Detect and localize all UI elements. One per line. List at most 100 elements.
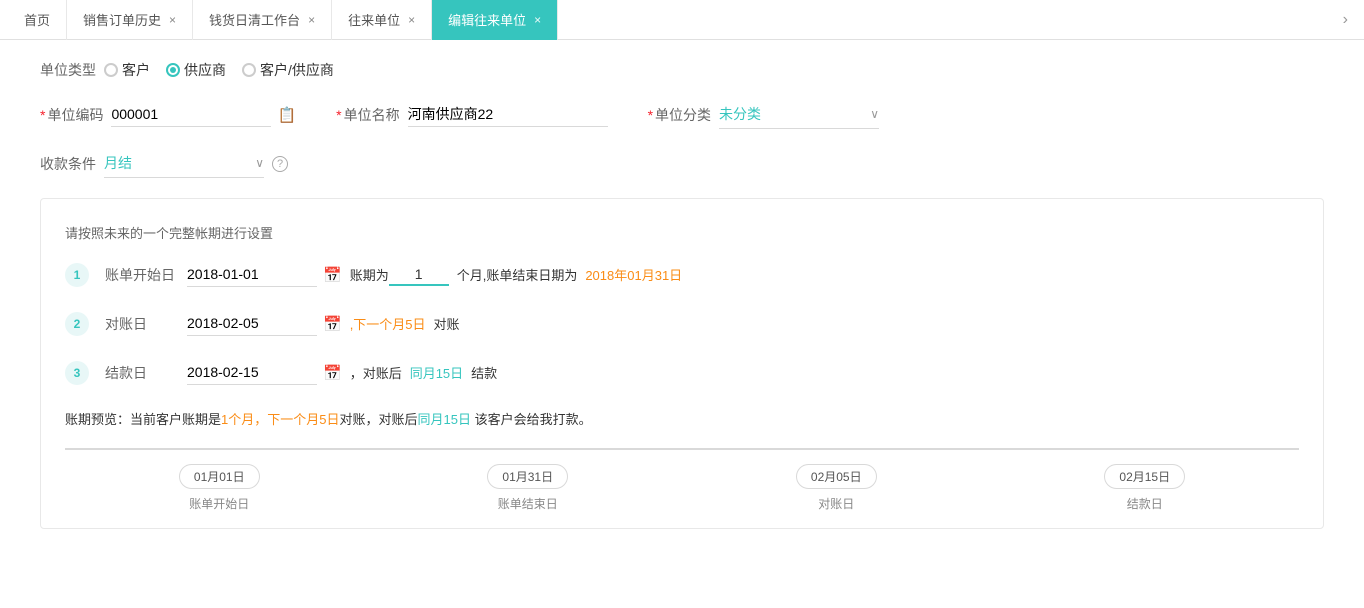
- step-1-end-date: 2018年01月31日: [585, 265, 682, 284]
- preview-mid: 对账，对账后: [339, 412, 417, 427]
- payment-terms-select[interactable]: 月结 ∨: [104, 149, 264, 178]
- unit-name-input[interactable]: [408, 102, 608, 127]
- step-3-label: 结款日: [105, 363, 175, 383]
- payment-terms-label: 收款条件: [40, 154, 96, 174]
- step-1-calendar-icon[interactable]: 📅: [323, 266, 342, 284]
- unit-info-row: * 单位编码 📋 * 单位名称 * 单位分类 未分类 ∨: [40, 100, 1324, 129]
- payment-terms-help[interactable]: ?: [272, 156, 288, 172]
- tl-item-0: 01月01日 账单开始日: [65, 464, 374, 512]
- unit-type-field: 单位类型 客户 供应商 客户/供应商: [40, 60, 334, 80]
- step-2-date-input[interactable]: [187, 311, 317, 336]
- step-2-label: 对账日: [105, 314, 175, 334]
- tab-partner[interactable]: 往来单位 ×: [332, 0, 432, 40]
- unit-type-label: 单位类型: [40, 60, 96, 80]
- preview-part1: 1个月，: [221, 412, 267, 427]
- radio-both-label: 客户/供应商: [260, 60, 334, 80]
- unit-category-star: *: [648, 107, 653, 123]
- tl-item-2: 02月05日 对账日: [682, 464, 991, 512]
- settings-panel: 请按照未来的一个完整帐期进行设置 1 账单开始日 📅 账期为 个月,账单结束日期…: [40, 198, 1324, 529]
- unit-code-label: 单位编码: [47, 105, 103, 125]
- tab-edit-partner-label: 编辑往来单位: [448, 10, 526, 29]
- tab-partner-label: 往来单位: [348, 10, 400, 29]
- payment-terms-row: 收款条件 月结 ∨ ?: [40, 149, 1324, 178]
- tab-edit-partner[interactable]: 编辑往来单位 ×: [432, 0, 558, 40]
- preview-text: 账期预览：当前客户账期是1个月，下一个月5日对账，对账后同月15日 该客户会给我…: [65, 409, 1299, 428]
- radio-both[interactable]: 客户/供应商: [242, 60, 334, 80]
- unit-code-icon[interactable]: 📋: [277, 106, 296, 124]
- step-3-num: 3: [65, 361, 89, 385]
- payment-terms-arrow: ∨: [255, 156, 264, 170]
- tab-edit-partner-close[interactable]: ×: [534, 13, 541, 27]
- tab-sales-history[interactable]: 销售订单历史 ×: [67, 0, 193, 40]
- step-1-row: 1 账单开始日 📅 账期为 个月,账单结束日期为 2018年01月31日: [65, 262, 1299, 287]
- tl-label-3: 结款日: [1127, 495, 1163, 512]
- tab-partner-close[interactable]: ×: [408, 13, 415, 27]
- tab-cash-work-label: 钱货日清工作台: [209, 10, 300, 29]
- timeline-labels: 01月01日 账单开始日 01月31日 账单结束日 02月05日 对账日 02月…: [65, 464, 1299, 512]
- preview-end: 该客户会给我打款。: [475, 412, 592, 427]
- radio-supplier-label: 供应商: [184, 60, 226, 80]
- unit-category-select[interactable]: 未分类 ∨: [719, 100, 879, 129]
- payment-terms-field: 收款条件 月结 ∨ ?: [40, 149, 288, 178]
- step-3-row: 3 结款日 📅 ，对账后 同月15日 结款: [65, 360, 1299, 385]
- step-3-calendar-icon[interactable]: 📅: [323, 364, 342, 382]
- timeline-track: [65, 448, 1299, 450]
- page-content: 单位类型 客户 供应商 客户/供应商 * 单位编码: [0, 40, 1364, 608]
- step-3-suffix: 结款: [471, 363, 497, 382]
- tl-item-3: 02月15日 结款日: [991, 464, 1300, 512]
- unit-name-field: * 单位名称: [336, 102, 607, 127]
- step-3-highlight2: 同月15日: [410, 363, 463, 382]
- tab-more-button[interactable]: ›: [1335, 11, 1356, 29]
- step-1-period-input[interactable]: [389, 264, 449, 286]
- tl-date-1: 01月31日: [487, 464, 568, 489]
- tab-home-label: 首页: [24, 10, 50, 29]
- unit-category-arrow: ∨: [870, 107, 879, 121]
- payment-terms-value: 月结: [104, 153, 247, 173]
- unit-type-radio-group: 客户 供应商 客户/供应商: [104, 60, 334, 80]
- unit-code-field: * 单位编码 📋: [40, 102, 296, 127]
- tl-label-2: 对账日: [818, 495, 854, 512]
- radio-supplier-circle: [166, 63, 180, 77]
- radio-both-circle: [242, 63, 256, 77]
- unit-name-star: *: [336, 107, 341, 123]
- step-3-date-input[interactable]: [187, 360, 317, 385]
- unit-category-label: 单位分类: [655, 105, 711, 125]
- step-3-prefix: ，对账后: [350, 363, 402, 382]
- tab-sales-history-close[interactable]: ×: [169, 13, 176, 27]
- tl-date-3: 02月15日: [1104, 464, 1185, 489]
- step-1-num: 1: [65, 263, 89, 287]
- unit-type-row: 单位类型 客户 供应商 客户/供应商: [40, 60, 1324, 80]
- tabs-bar: 首页 销售订单历史 × 钱货日清工作台 × 往来单位 × 编辑往来单位 × ›: [0, 0, 1364, 40]
- tl-date-2: 02月05日: [796, 464, 877, 489]
- step-2-num: 2: [65, 312, 89, 336]
- radio-customer[interactable]: 客户: [104, 60, 150, 80]
- unit-category-field: * 单位分类 未分类 ∨: [648, 100, 879, 129]
- radio-supplier[interactable]: 供应商: [166, 60, 226, 80]
- preview-label: 账期预览：当前客户账期是: [65, 412, 221, 427]
- tab-cash-work[interactable]: 钱货日清工作台 ×: [193, 0, 332, 40]
- tl-date-0: 01月01日: [179, 464, 260, 489]
- unit-code-input[interactable]: [111, 102, 271, 127]
- radio-customer-label: 客户: [122, 60, 150, 80]
- timeline: 01月01日 账单开始日 01月31日 账单结束日 02月05日 对账日 02月…: [65, 448, 1299, 512]
- tl-label-1: 账单结束日: [498, 495, 558, 512]
- unit-category-value: 未分类: [719, 104, 862, 124]
- step-1-date-input[interactable]: [187, 262, 317, 287]
- step-1-suffix-after: 个月,账单结束日期为: [457, 265, 578, 284]
- panel-description: 请按照未来的一个完整帐期进行设置: [65, 223, 1299, 242]
- step-2-calendar-icon[interactable]: 📅: [323, 315, 342, 333]
- tl-item-1: 01月31日 账单结束日: [374, 464, 683, 512]
- step-2-suffix: 对账: [434, 314, 460, 333]
- tl-label-0: 账单开始日: [189, 495, 249, 512]
- radio-customer-circle: [104, 63, 118, 77]
- step-2-row: 2 对账日 📅 ,下一个月5日 对账: [65, 311, 1299, 336]
- preview-part3: 同月15日: [418, 412, 471, 427]
- tab-sales-history-label: 销售订单历史: [83, 10, 161, 29]
- step-2-highlight1: ,下一个月5日: [350, 314, 426, 333]
- step-1-label: 账单开始日: [105, 265, 175, 285]
- step-1-suffix-before: 账期为: [350, 265, 389, 284]
- tab-home[interactable]: 首页: [8, 0, 67, 40]
- tab-cash-work-close[interactable]: ×: [308, 13, 315, 27]
- preview-part2: 下一个月5日: [267, 412, 339, 427]
- unit-code-star: *: [40, 107, 45, 123]
